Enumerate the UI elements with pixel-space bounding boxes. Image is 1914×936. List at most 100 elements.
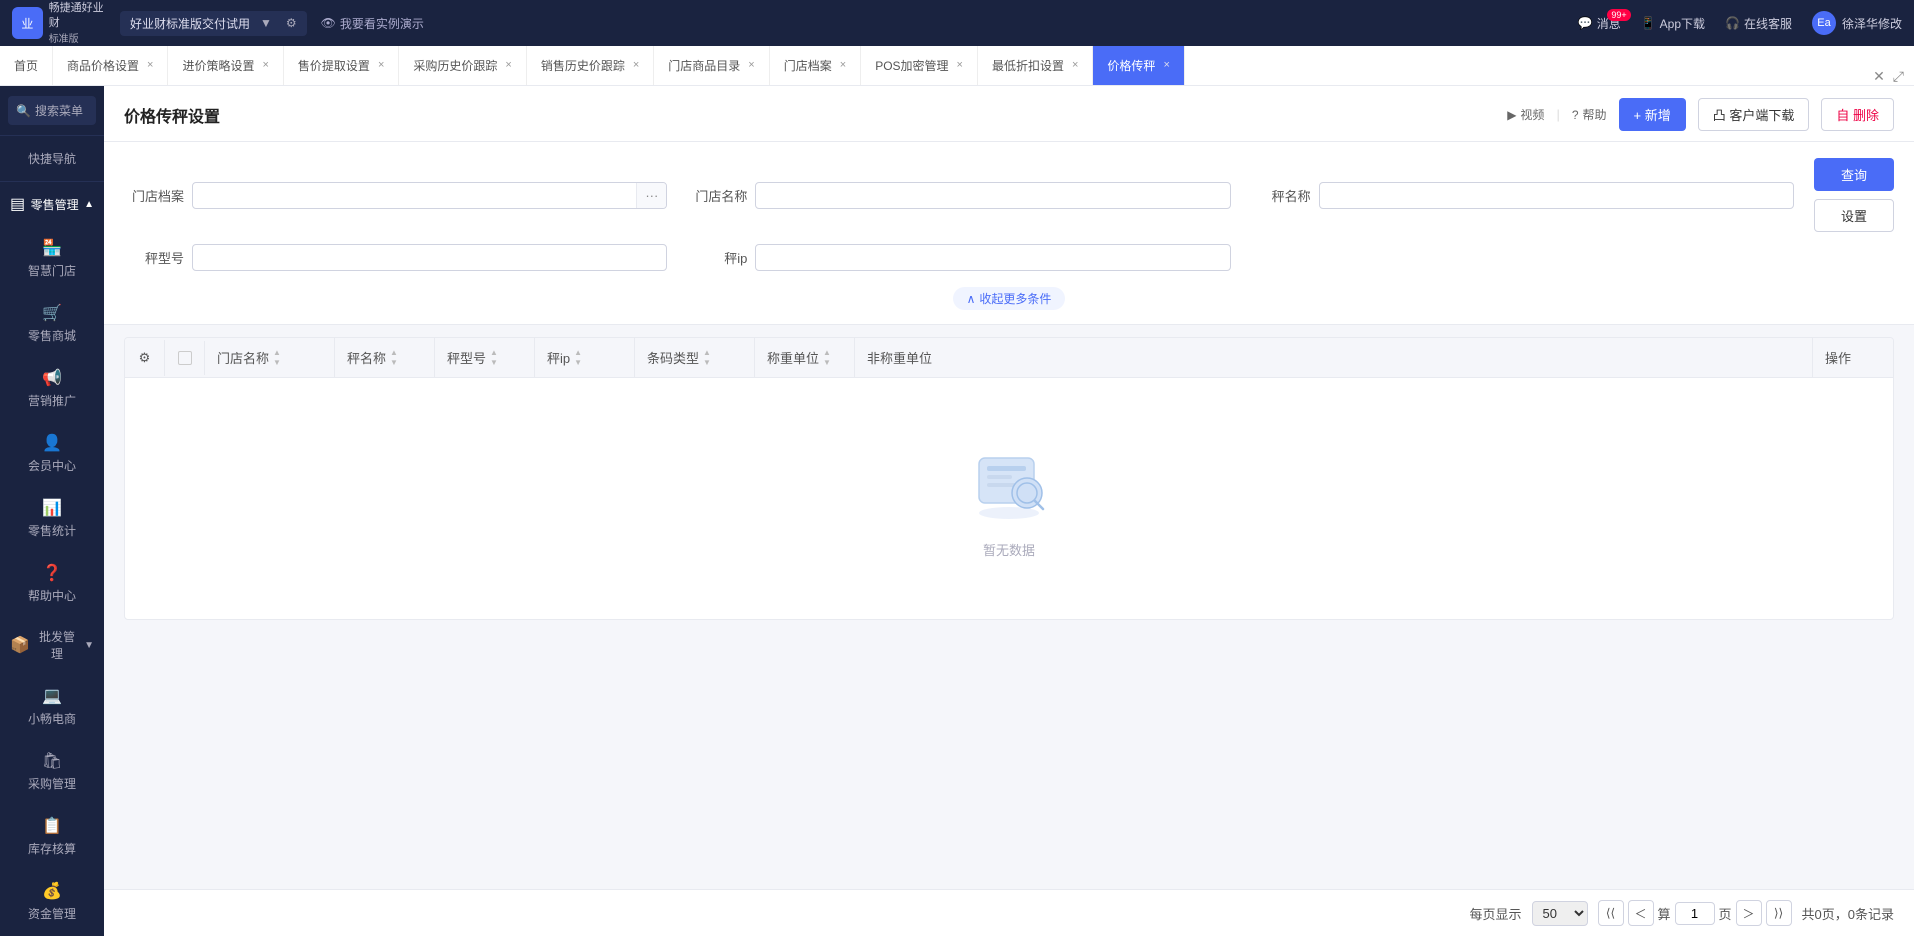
close-store-icon[interactable]: ×	[840, 59, 846, 71]
tab-home[interactable]: 首页	[0, 46, 53, 85]
add-button[interactable]: + 新增	[1619, 98, 1686, 131]
tab-catalog[interactable]: 门店商品目录 ×	[654, 46, 769, 85]
close-price-icon[interactable]: ×	[147, 59, 153, 71]
store-name-input[interactable]	[755, 182, 1230, 209]
tab-price[interactable]: 商品价格设置 ×	[53, 46, 168, 85]
user-avatar: Ea	[1812, 11, 1836, 35]
th-store-name: 门店名称 ▲▼	[205, 338, 335, 377]
tab-pricepass[interactable]: 价格传秤 ×	[1093, 46, 1184, 85]
store-archive-input[interactable]	[193, 183, 636, 208]
sidebar-item-inventory[interactable]: 📋 库存核算	[0, 804, 104, 869]
collapse-button[interactable]: ∧ 收起更多条件	[953, 287, 1066, 310]
tab-salehistory[interactable]: 销售历史价跟踪 ×	[527, 46, 654, 85]
empty-text: 暂无数据	[983, 540, 1035, 559]
close-purchase-icon[interactable]: ×	[505, 59, 511, 71]
table-header: ⚙ 门店名称 ▲▼ 秤名称 ▲▼	[125, 338, 1893, 378]
sort-scale-name-icon[interactable]: ▲▼	[390, 348, 398, 367]
close-discount-icon[interactable]: ×	[1072, 59, 1078, 71]
help-link[interactable]: ? 帮助	[1572, 106, 1607, 123]
app-download-action[interactable]: 📱 App下载	[1641, 15, 1705, 32]
store-archive-more-btn[interactable]: ···	[636, 183, 666, 208]
tab-store[interactable]: 门店档案 ×	[770, 46, 861, 85]
scale-ip-input[interactable]	[755, 244, 1230, 271]
close-advance-icon[interactable]: ×	[262, 59, 268, 71]
page-num-input[interactable]	[1675, 902, 1715, 925]
tab-advance-label: 进价策略设置	[182, 57, 254, 74]
th-gear[interactable]: ⚙	[125, 340, 165, 376]
delete-button[interactable]: 自 删除	[1821, 98, 1894, 131]
search-menu-button[interactable]: 🔍 搜索菜单	[8, 96, 96, 125]
tab-advance[interactable]: 进价策略设置 ×	[168, 46, 283, 85]
scale-name-input[interactable]	[1319, 182, 1794, 209]
member-icon: 👤	[42, 433, 62, 453]
set-button[interactable]: 设置	[1814, 199, 1894, 232]
close-all-tabs-icon[interactable]: ✕	[1873, 68, 1885, 85]
tab-pos[interactable]: POS加密管理 ×	[861, 46, 978, 85]
page-size-select[interactable]: 50 20 100	[1532, 901, 1588, 926]
tab-salehistory-label: 销售历史价跟踪	[541, 57, 625, 74]
th-weight-unit: 称重单位 ▲▼	[755, 338, 855, 377]
divider: |	[1556, 107, 1559, 122]
user-info[interactable]: Ea 徐泽华修改	[1812, 11, 1902, 35]
th-checkbox[interactable]	[165, 341, 205, 375]
sidebar-item-stats[interactable]: 📊 零售统计	[0, 486, 104, 551]
close-catalog-icon[interactable]: ×	[748, 59, 754, 71]
sidebar-item-xiaochange[interactable]: 💻 小畅电商	[0, 674, 104, 739]
sidebar-item-smart[interactable]: 🏪 智慧门店	[0, 226, 104, 291]
question-icon: ?	[1572, 108, 1579, 122]
smart-store-icon: 🏪	[42, 238, 62, 258]
sidebar-quick-nav: 快捷导航	[0, 136, 104, 182]
sort-barcode-icon[interactable]: ▲▼	[703, 348, 711, 367]
chevron-down-icon: ▼	[84, 640, 94, 651]
sidebar-item-help[interactable]: ❓ 帮助中心	[0, 551, 104, 616]
page-total: 共0页，0条记录	[1802, 904, 1894, 923]
sort-scale-ip-icon[interactable]: ▲▼	[574, 348, 582, 367]
eye-icon: 👁	[321, 16, 336, 30]
search-icon: 🔍	[16, 104, 31, 118]
sidebar-item-ecommerce[interactable]: 🛒 零售商城	[0, 291, 104, 356]
sidebar-item-marketing[interactable]: 📢 营销推广	[0, 356, 104, 421]
top-right-actions: 💬 消息 99+ 📱 App下载 🎧 在线客服 Ea 徐泽华修改	[1578, 11, 1902, 35]
close-pricepass-icon[interactable]: ×	[1163, 59, 1169, 71]
finance-icon: 💰	[42, 881, 62, 901]
th-operation: 操作	[1813, 338, 1893, 377]
video-link[interactable]: ▶ 视频	[1507, 106, 1544, 123]
download-button[interactable]: 凸 客户端下载	[1698, 98, 1810, 131]
filter-row-1: 门店档案 ··· 门店名称 秤名称	[124, 158, 1894, 232]
tab-discount[interactable]: 最低折扣设置 ×	[978, 46, 1093, 85]
scale-model-label: 秤型号	[124, 248, 184, 267]
search-button[interactable]: 查询	[1814, 158, 1894, 191]
tab-sale[interactable]: 售价提取设置 ×	[284, 46, 399, 85]
version-selector[interactable]: 好业财标准版交付试用 ▼ ⚙	[120, 11, 307, 36]
version-gear-icon[interactable]: ⚙	[286, 16, 297, 30]
sort-store-icon[interactable]: ▲▼	[273, 348, 281, 367]
online-service-action[interactable]: 🎧 在线客服	[1725, 15, 1792, 32]
sort-weight-icon[interactable]: ▲▼	[823, 348, 831, 367]
next-page-button[interactable]: ＞	[1736, 900, 1762, 926]
close-pos-icon[interactable]: ×	[957, 59, 963, 71]
sidebar-item-wholesale[interactable]: 📦 批发管理 ▼	[0, 616, 104, 674]
tab-purchase[interactable]: 采购历史价跟踪 ×	[399, 46, 526, 85]
last-page-button[interactable]: ⟩⟩	[1766, 900, 1792, 926]
tab-price-label: 商品价格设置	[67, 57, 139, 74]
close-salehistory-icon[interactable]: ×	[633, 59, 639, 71]
select-all-checkbox[interactable]	[178, 351, 192, 365]
first-page-button[interactable]: ⟨⟨	[1598, 900, 1624, 926]
tab-purchase-label: 采购历史价跟踪	[413, 57, 497, 74]
table-gear-icon[interactable]: ⚙	[139, 350, 151, 366]
sidebar-item-purchase[interactable]: 🛍 采购管理	[0, 739, 104, 804]
prev-page-button[interactable]: ＜	[1628, 900, 1654, 926]
scale-model-input[interactable]	[192, 244, 667, 271]
sidebar-item-member[interactable]: 👤 会员中心	[0, 421, 104, 486]
stats-icon: 📊	[42, 498, 62, 518]
quick-nav-button[interactable]: 快捷导航	[0, 142, 104, 175]
demo-button[interactable]: 👁 我要看实例演示	[321, 15, 424, 32]
sort-scale-model-icon[interactable]: ▲▼	[490, 348, 498, 367]
sidebar-item-finance[interactable]: 💰 资金管理	[0, 869, 104, 934]
collapse-row: ∧ 收起更多条件	[124, 283, 1894, 314]
sidebar-item-retail[interactable]: ▤ 零售管理 ▲	[0, 182, 104, 226]
download-icon: 📱	[1641, 16, 1656, 30]
close-sale-icon[interactable]: ×	[378, 59, 384, 71]
message-action[interactable]: 💬 消息 99+	[1578, 15, 1621, 32]
maximize-icon[interactable]: ⤢	[1893, 68, 1904, 85]
